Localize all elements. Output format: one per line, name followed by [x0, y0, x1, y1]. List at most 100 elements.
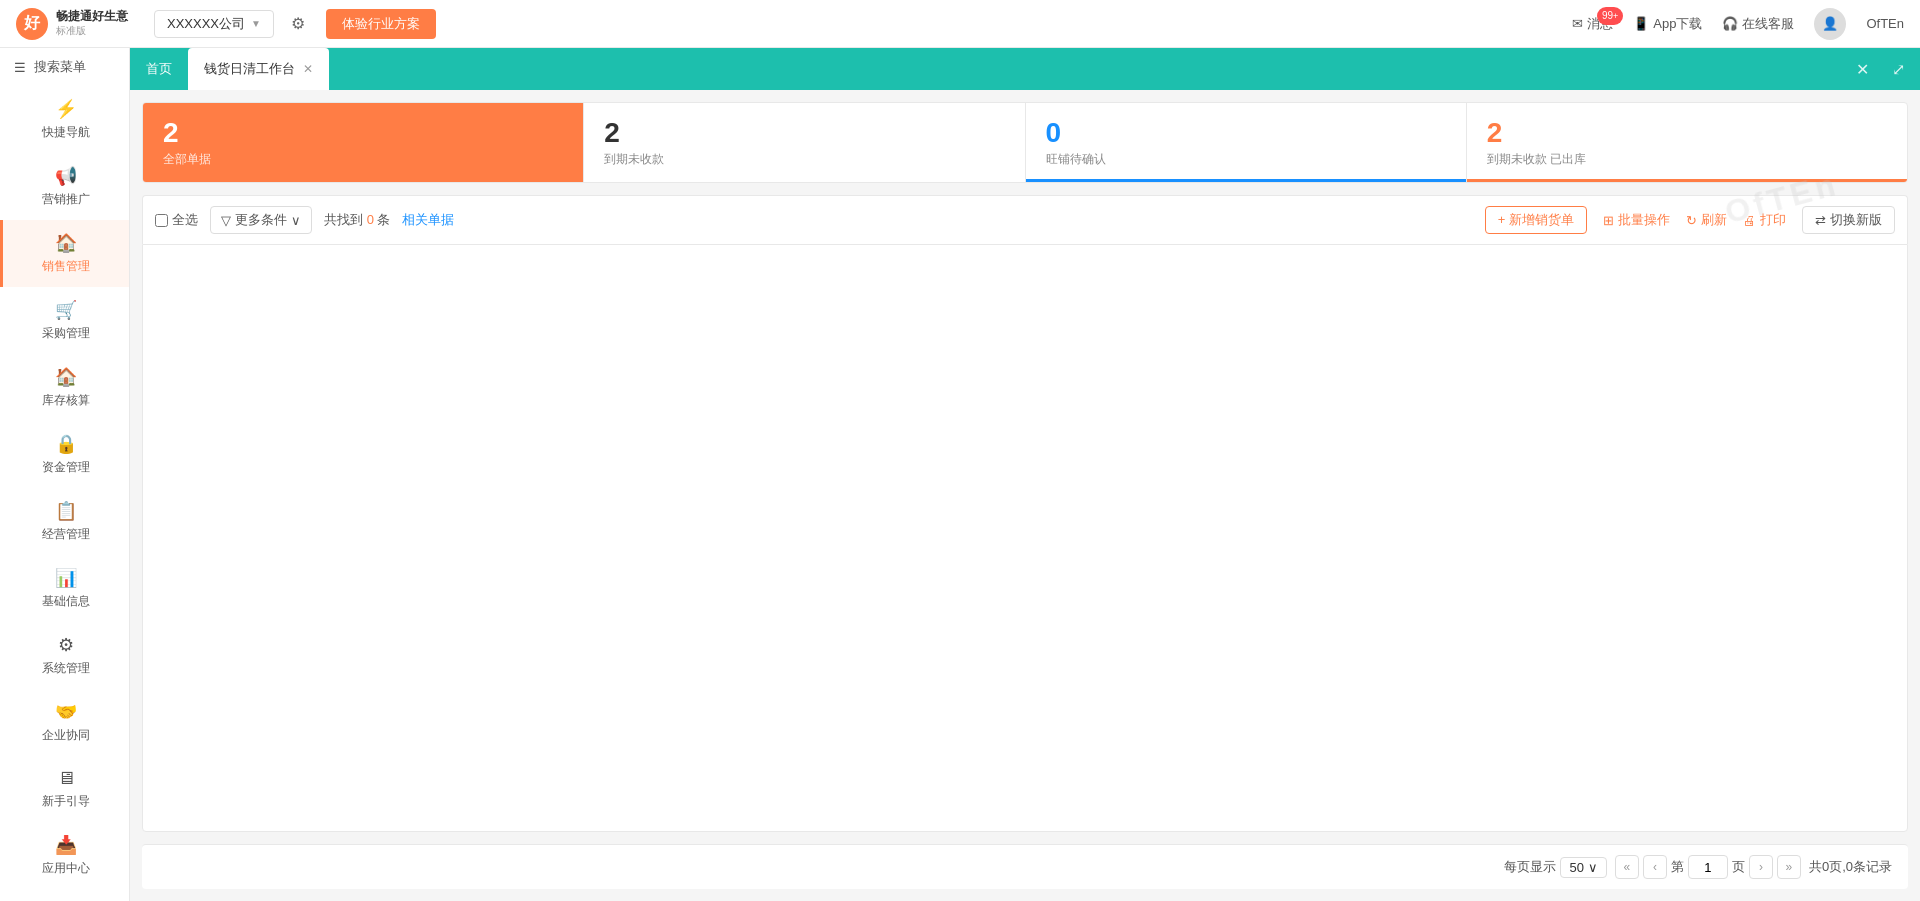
sidebar-item-search-menu[interactable]: ☰ 搜索菜单 — [0, 48, 129, 86]
stat-label-shipped: 到期未收款 已出库 — [1487, 151, 1887, 168]
stat-num-overdue: 2 — [604, 117, 1004, 149]
sidebar-item-newbie[interactable]: 🖥 新手引导 — [0, 756, 129, 822]
filter-label: 更多条件 — [235, 211, 287, 229]
print-label: 打印 — [1760, 211, 1786, 229]
app-center-label: 应用中心 — [42, 860, 90, 877]
pagination-bar: 每页显示 50 ∨ « ‹ 第 页 › » 共0页,0条记录 — [142, 844, 1908, 889]
refresh-button[interactable]: ↻ 刷新 — [1686, 211, 1727, 229]
toolbar: 全选 ▽ 更多条件 ∨ 共找到 0 条 相关单据 + 新增销货单 ⊞ — [142, 195, 1908, 244]
inventory-icon: 🏠 — [55, 366, 77, 388]
found-count-number: 0 — [367, 212, 374, 227]
stat-underline-shipped — [1467, 179, 1907, 182]
base-info-icon: 📊 — [55, 567, 77, 589]
stat-card-shipped[interactable]: 2 到期未收款 已出库 — [1467, 103, 1907, 182]
sidebar-item-system[interactable]: ⚙ 系统管理 — [0, 622, 129, 689]
app-center-icon: 📥 — [55, 834, 77, 856]
trial-button[interactable]: 体验行业方案 — [326, 9, 436, 39]
company-selector[interactable]: XXXXXX公司 ▼ — [154, 10, 274, 38]
operations-icon: 📋 — [55, 500, 77, 522]
sidebar-item-enterprise[interactable]: 🤝 企业协同 — [0, 689, 129, 756]
switch-version-button[interactable]: ⇄ 切换新版 — [1802, 206, 1895, 234]
quick-nav-icon: ⚡ — [55, 98, 77, 120]
checkbox-input[interactable] — [155, 214, 168, 227]
logo-area: 好 畅捷通好生意 标准版 — [16, 8, 146, 40]
sidebar-item-base-info[interactable]: 📊 基础信息 — [0, 555, 129, 622]
purchase-icon: 🛒 — [55, 299, 77, 321]
page-size-value: 50 — [1569, 860, 1583, 875]
tab-expand-button[interactable]: ⤢ — [1884, 55, 1912, 83]
enterprise-label: 企业协同 — [42, 727, 90, 744]
stat-label-wangpu: 旺铺待确认 — [1046, 151, 1446, 168]
sidebar-item-quick-nav[interactable]: ⚡ 快捷导航 — [0, 86, 129, 153]
service-icon: 🎧 — [1722, 16, 1738, 31]
newbie-icon: 🖥 — [57, 768, 75, 789]
switch-label: 切换新版 — [1830, 211, 1882, 229]
sales-icon: 🏠 — [55, 232, 77, 254]
app-title: 畅捷通好生意 — [56, 9, 128, 23]
sidebar-item-wechat[interactable]: 💬 企业微信 — [0, 889, 129, 901]
batch-op-label: 批量操作 — [1618, 211, 1670, 229]
refresh-icon: ↻ — [1686, 213, 1697, 228]
purchase-label: 采购管理 — [42, 325, 90, 342]
stat-card-wangpu[interactable]: 0 旺铺待确认 — [1026, 103, 1467, 182]
marketing-label: 营销推广 — [42, 191, 90, 208]
download-icon: 📱 — [1633, 16, 1649, 31]
sidebar-item-app-center[interactable]: 📥 应用中心 — [0, 822, 129, 889]
found-count-text: 共找到 0 条 — [324, 211, 390, 229]
marketing-icon: 📢 — [55, 165, 77, 187]
page-size-selector: 每页显示 50 ∨ — [1504, 857, 1606, 878]
related-orders-link[interactable]: 相关单据 — [402, 211, 454, 229]
select-all-checkbox[interactable]: 全选 — [155, 211, 198, 229]
sidebar-item-marketing[interactable]: 📢 营销推广 — [0, 153, 129, 220]
add-sales-order-button[interactable]: + 新增销货单 — [1485, 206, 1587, 234]
batch-operation-button[interactable]: ⊞ 批量操作 — [1603, 211, 1670, 229]
message-button[interactable]: ✉ 消息 99+ — [1572, 15, 1613, 33]
tab-workbench-label: 钱货日清工作台 — [204, 60, 295, 78]
stat-label-all: 全部单据 — [163, 151, 563, 168]
sidebar-item-inventory[interactable]: 🏠 库存核算 — [0, 354, 129, 421]
first-page-button[interactable]: « — [1615, 855, 1639, 879]
chevron-down-icon: ▼ — [251, 18, 261, 29]
online-service-button[interactable]: 🎧 在线客服 — [1722, 15, 1794, 33]
quick-nav-label: 快捷导航 — [42, 124, 90, 141]
tab-workbench[interactable]: 钱货日清工作台 ✕ — [188, 48, 329, 90]
prev-page-button[interactable]: ‹ — [1643, 855, 1667, 879]
top-header: 好 畅捷通好生意 标准版 XXXXXX公司 ▼ ⚙ 体验行业方案 ✉ 消息 99… — [0, 0, 1920, 48]
refresh-label: 刷新 — [1701, 211, 1727, 229]
last-page-button[interactable]: » — [1777, 855, 1801, 879]
page-number-input[interactable] — [1688, 855, 1728, 879]
filter-icon: ▽ — [221, 213, 231, 228]
search-menu-label: 搜索菜单 — [34, 58, 86, 76]
stat-num-all: 2 — [163, 117, 563, 149]
chevron-down-icon: ∨ — [1588, 860, 1598, 875]
app-download-label: App下载 — [1653, 15, 1702, 33]
stat-card-overdue[interactable]: 2 到期未收款 — [584, 103, 1025, 182]
operations-label: 经营管理 — [42, 526, 90, 543]
settings-button[interactable]: ⚙ — [282, 8, 314, 40]
tab-home[interactable]: 首页 — [130, 48, 188, 90]
filter-button[interactable]: ▽ 更多条件 ∨ — [210, 206, 312, 234]
select-all-label: 全选 — [172, 211, 198, 229]
avatar-icon: 👤 — [1822, 16, 1838, 31]
stat-card-all[interactable]: 2 全部单据 — [143, 103, 584, 182]
tab-minimize-button[interactable]: ✕ — [1848, 55, 1876, 83]
base-info-label: 基础信息 — [42, 593, 90, 610]
sidebar-item-purchase[interactable]: 🛒 采购管理 — [0, 287, 129, 354]
sidebar-item-sales[interactable]: 🏠 销售管理 — [0, 220, 129, 287]
tab-bar-actions: ✕ ⤢ — [1848, 55, 1920, 83]
app-download-button[interactable]: 📱 App下载 — [1633, 15, 1702, 33]
avatar[interactable]: 👤 — [1814, 8, 1846, 40]
company-name: XXXXXX公司 — [167, 15, 245, 33]
logo-icon: 好 — [16, 8, 48, 40]
sidebar-item-operations[interactable]: 📋 经营管理 — [0, 488, 129, 555]
next-page-button[interactable]: › — [1749, 855, 1773, 879]
page-end-label: 页 — [1732, 858, 1745, 876]
enterprise-icon: 🤝 — [55, 701, 77, 723]
switch-icon: ⇄ — [1815, 213, 1826, 228]
total-info: 共0页,0条记录 — [1809, 858, 1892, 876]
page-size-select-box[interactable]: 50 ∨ — [1560, 857, 1606, 878]
sidebar-item-finance[interactable]: 🔒 资金管理 — [0, 421, 129, 488]
print-button[interactable]: 🖨 打印 — [1743, 211, 1786, 229]
page-navigation: « ‹ 第 页 › » — [1615, 855, 1801, 879]
tab-close-icon[interactable]: ✕ — [303, 62, 313, 76]
